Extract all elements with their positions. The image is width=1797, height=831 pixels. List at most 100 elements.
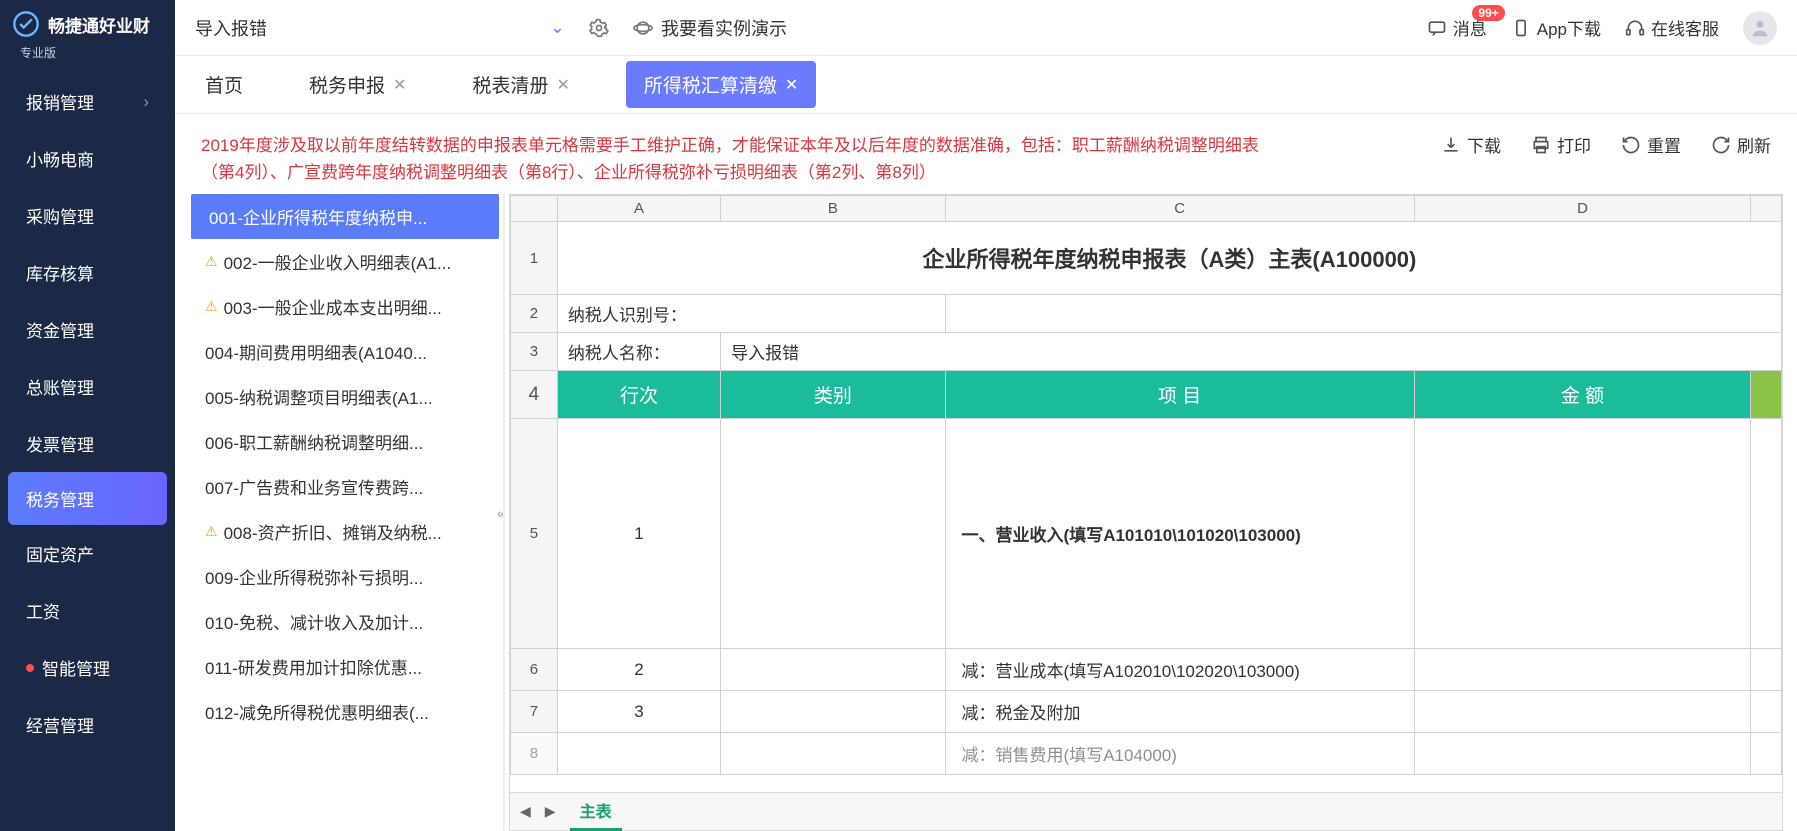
- col-header-extra[interactable]: [1751, 196, 1782, 222]
- page-tab[interactable]: 税表清册 ✕: [462, 65, 579, 104]
- tree-item-label: 008-资产折旧、摊销及纳税...: [224, 519, 442, 544]
- reset-icon: [1621, 135, 1641, 155]
- gear-icon[interactable]: [589, 18, 609, 38]
- tree-item-label: 004-期间费用明细表(A1040...: [205, 339, 427, 364]
- sheet-tab-prev-icon[interactable]: ◀: [520, 803, 531, 820]
- sidebar-item[interactable]: 发票管理: [0, 415, 175, 472]
- sidebar-item[interactable]: 小畅电商: [0, 130, 175, 187]
- close-icon[interactable]: ✕: [785, 75, 798, 95]
- cell[interactable]: 减：营业成本(填写A102010\102020\103000): [945, 649, 1414, 691]
- col-header-d[interactable]: D: [1414, 196, 1751, 222]
- cell[interactable]: [721, 733, 945, 775]
- row-header[interactable]: 6: [511, 649, 558, 691]
- refresh-button[interactable]: 刷新: [1711, 132, 1771, 157]
- sidebar-item-label: 固定资产: [26, 541, 94, 566]
- brand-subtitle: 专业版: [0, 44, 175, 61]
- cell[interactable]: [557, 733, 720, 775]
- sidebar-item[interactable]: 税务管理: [8, 472, 167, 525]
- sheet-tab-main[interactable]: 主表: [570, 792, 622, 831]
- print-button[interactable]: 打印: [1531, 132, 1591, 157]
- col-header-b[interactable]: B: [721, 196, 945, 222]
- messages-badge: 99+: [1472, 5, 1504, 21]
- taxpayer-name-value[interactable]: 导入报错: [721, 333, 1782, 371]
- reset-button[interactable]: 重置: [1621, 132, 1681, 157]
- tree-item[interactable]: 006-职工薪酬纳税调整明细...: [187, 419, 503, 464]
- page-tab[interactable]: 所得税汇算清缴✕: [626, 61, 816, 108]
- avatar[interactable]: [1743, 11, 1777, 45]
- page-tab[interactable]: 税务申报✕: [299, 65, 416, 104]
- demo-link[interactable]: 我要看实例演示: [633, 15, 787, 41]
- sheet-corner[interactable]: [511, 196, 558, 222]
- download-button[interactable]: 下载: [1441, 132, 1501, 157]
- taxpayer-name-label[interactable]: 纳税人名称：: [557, 333, 720, 371]
- app-download-button[interactable]: App下载: [1511, 15, 1601, 40]
- customer-service-button[interactable]: 在线客服: [1625, 15, 1719, 40]
- row-header[interactable]: 3: [511, 333, 558, 371]
- cell[interactable]: [1751, 691, 1782, 733]
- tree-item-label: 001-企业所得税年度纳税申...: [209, 204, 427, 229]
- table-header-seq: 行次: [557, 371, 720, 419]
- tab-label: 税表清册: [472, 71, 548, 98]
- tree-item[interactable]: 001-企业所得税年度纳税申...: [191, 194, 499, 239]
- sidebar-item[interactable]: 库存核算: [0, 244, 175, 301]
- taxpayer-id-value[interactable]: [945, 295, 1781, 333]
- cell[interactable]: [1751, 733, 1782, 775]
- sidebar-item[interactable]: 总账管理: [0, 358, 175, 415]
- row-header[interactable]: 1: [511, 222, 558, 295]
- sidebar-item[interactable]: 工资: [0, 582, 175, 639]
- cell[interactable]: [1414, 419, 1751, 649]
- close-icon[interactable]: ✕: [393, 75, 406, 95]
- tree-item[interactable]: 005-纳税调整项目明细表(A1...: [187, 374, 503, 419]
- cell[interactable]: [1751, 649, 1782, 691]
- cell[interactable]: 一、营业收入(填写A101010\101020\103000): [945, 419, 1414, 649]
- sidebar-item[interactable]: 经营管理: [0, 696, 175, 753]
- tree-item[interactable]: ⚠002-一般企业收入明细表(A1...: [187, 239, 503, 284]
- sidebar-item[interactable]: 报销管理: [0, 73, 175, 130]
- warning-icon: ⚠: [205, 298, 218, 315]
- tree-item[interactable]: 004-期间费用明细表(A1040...: [187, 329, 503, 374]
- tree-item[interactable]: 009-企业所得税弥补亏损明...: [187, 554, 503, 599]
- sidebar-item[interactable]: 固定资产: [0, 525, 175, 582]
- collapse-handle-icon[interactable]: «: [497, 505, 505, 521]
- cell[interactable]: [1414, 691, 1751, 733]
- col-header-a[interactable]: A: [557, 196, 720, 222]
- tree-item[interactable]: 011-研发费用加计扣除优惠...: [187, 644, 503, 689]
- close-icon[interactable]: ✕: [556, 75, 569, 95]
- sidebar-item[interactable]: 采购管理: [0, 187, 175, 244]
- taxpayer-id-label[interactable]: 纳税人识别号：: [557, 295, 945, 333]
- cell[interactable]: 2: [557, 649, 720, 691]
- refresh-icon: [1711, 135, 1731, 155]
- tree-item[interactable]: 007-广告费和业务宣传费跨...: [187, 464, 503, 509]
- tree-item[interactable]: ⚠003-一般企业成本支出明细...: [187, 284, 503, 329]
- col-header-c[interactable]: C: [945, 196, 1414, 222]
- sidebar-item[interactable]: 资金管理: [0, 301, 175, 358]
- page-tab[interactable]: 首页: [195, 65, 253, 104]
- sidebar-item[interactable]: 智能管理: [0, 639, 175, 696]
- page-tabs: 首页税务申报✕税表清册✕所得税汇算清缴✕: [175, 56, 1797, 114]
- row-header[interactable]: 8: [511, 733, 558, 775]
- cell[interactable]: [721, 419, 945, 649]
- cell[interactable]: [1414, 733, 1751, 775]
- tree-item[interactable]: ⚠008-资产折旧、摊销及纳税...: [187, 509, 503, 554]
- row-header[interactable]: 4: [511, 371, 558, 419]
- tree-item-label: 002-一般企业收入明细表(A1...: [224, 249, 452, 274]
- row-header[interactable]: 7: [511, 691, 558, 733]
- cell[interactable]: [1414, 649, 1751, 691]
- cell[interactable]: [721, 691, 945, 733]
- sheet-title-cell[interactable]: 企业所得税年度纳税申报表（A类）主表(A100000): [557, 222, 1781, 295]
- row-header[interactable]: 5: [511, 419, 558, 649]
- row-header[interactable]: 2: [511, 295, 558, 333]
- tree-item[interactable]: 012-减免所得税优惠明细表(...: [187, 689, 503, 734]
- cell[interactable]: 1: [557, 419, 720, 649]
- sheet-tab-next-icon[interactable]: ▶: [545, 803, 556, 820]
- tree-item[interactable]: 010-免税、减计收入及加计...: [187, 599, 503, 644]
- messages-button[interactable]: 消息 99+: [1427, 15, 1487, 40]
- cell[interactable]: [721, 649, 945, 691]
- company-select[interactable]: 导入报错 ⌄: [195, 15, 565, 41]
- brand-logo-icon: [12, 10, 40, 38]
- cell[interactable]: [1751, 419, 1782, 649]
- app-download-label: App下载: [1537, 15, 1601, 40]
- cell[interactable]: 3: [557, 691, 720, 733]
- cell[interactable]: 减：销售费用(填写A104000): [945, 733, 1414, 775]
- cell[interactable]: 减：税金及附加: [945, 691, 1414, 733]
